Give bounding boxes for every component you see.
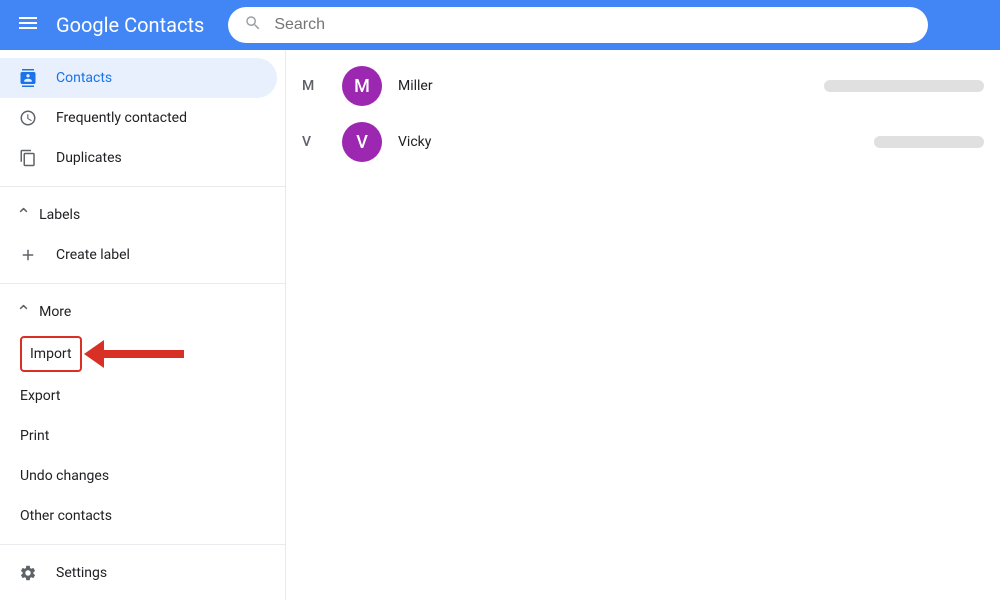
more-section-header[interactable]: ⌃ More: [0, 292, 285, 332]
arrow-body: [104, 350, 184, 358]
sidebar-item-settings-label: Settings: [56, 565, 107, 581]
create-label-icon: [16, 243, 40, 267]
contact-name-miller: Miller: [398, 78, 824, 94]
sidebar-item-duplicates-label: Duplicates: [56, 150, 122, 166]
more-section-label: More: [39, 304, 71, 320]
app-logo: Google Contacts: [56, 13, 204, 37]
contact-avatar-letter-m: M: [354, 76, 370, 97]
contact-avatar-vicky: V: [342, 122, 382, 162]
contact-avatar-letter-v: V: [356, 132, 368, 153]
contact-info-blur-vicky: [874, 136, 984, 148]
contact-row-miller[interactable]: M M Miller: [286, 58, 1000, 114]
divider-2: [0, 283, 285, 284]
import-label: Import: [30, 346, 72, 362]
sidebar-item-create-label-label: Create label: [56, 247, 130, 263]
labels-section-label: Labels: [39, 207, 80, 223]
menu-icon[interactable]: [16, 11, 40, 40]
settings-icon: [16, 561, 40, 585]
contact-name-vicky: Vicky: [398, 134, 874, 150]
frequently-contacted-icon: [16, 106, 40, 130]
sidebar-item-duplicates[interactable]: Duplicates: [0, 138, 277, 178]
export-label: Export: [20, 388, 60, 404]
contact-letter-v: V: [302, 134, 342, 150]
sidebar-item-contacts-label: Contacts: [56, 70, 112, 86]
sidebar: Contacts Frequently contacted Duplicates…: [0, 50, 286, 600]
contact-letter-m: M: [302, 78, 342, 94]
search-icon: [244, 14, 262, 36]
sidebar-item-print[interactable]: Print: [0, 416, 285, 456]
undo-changes-label: Undo changes: [20, 468, 109, 484]
sidebar-item-create-label[interactable]: Create label: [0, 235, 277, 275]
divider-1: [0, 186, 285, 187]
other-contacts-label: Other contacts: [20, 508, 112, 524]
main-content: M M Miller V V Vicky: [286, 50, 1000, 600]
print-label: Print: [20, 428, 49, 444]
contact-avatar-miller: M: [342, 66, 382, 106]
more-chevron-icon: ⌃: [16, 302, 31, 323]
sidebar-item-undo-changes[interactable]: Undo changes: [0, 456, 285, 496]
sidebar-item-frequently-contacted[interactable]: Frequently contacted: [0, 98, 277, 138]
app-header: Google Contacts: [0, 0, 1000, 50]
contacts-icon: [16, 66, 40, 90]
contact-row-vicky[interactable]: V V Vicky: [286, 114, 1000, 170]
search-input[interactable]: [274, 16, 912, 34]
app-body: Contacts Frequently contacted Duplicates…: [0, 50, 1000, 600]
import-arrow-indicator: [84, 340, 184, 368]
divider-3: [0, 544, 285, 545]
duplicates-icon: [16, 146, 40, 170]
sidebar-item-contacts[interactable]: Contacts: [0, 58, 277, 98]
sidebar-item-frequently-contacted-label: Frequently contacted: [56, 110, 187, 126]
sidebar-item-settings[interactable]: Settings: [0, 553, 277, 593]
labels-section-header[interactable]: ⌃ Labels: [0, 195, 285, 235]
sidebar-item-import[interactable]: Import: [20, 336, 82, 372]
search-bar[interactable]: [228, 7, 928, 43]
contact-info-blur-miller: [824, 80, 984, 92]
sidebar-item-send-feedback[interactable]: Send feedback: [0, 593, 277, 600]
sidebar-item-other-contacts[interactable]: Other contacts: [0, 496, 285, 536]
labels-chevron-icon: ⌃: [16, 205, 31, 226]
arrow-head-icon: [84, 340, 104, 368]
sidebar-item-export[interactable]: Export: [0, 376, 285, 416]
